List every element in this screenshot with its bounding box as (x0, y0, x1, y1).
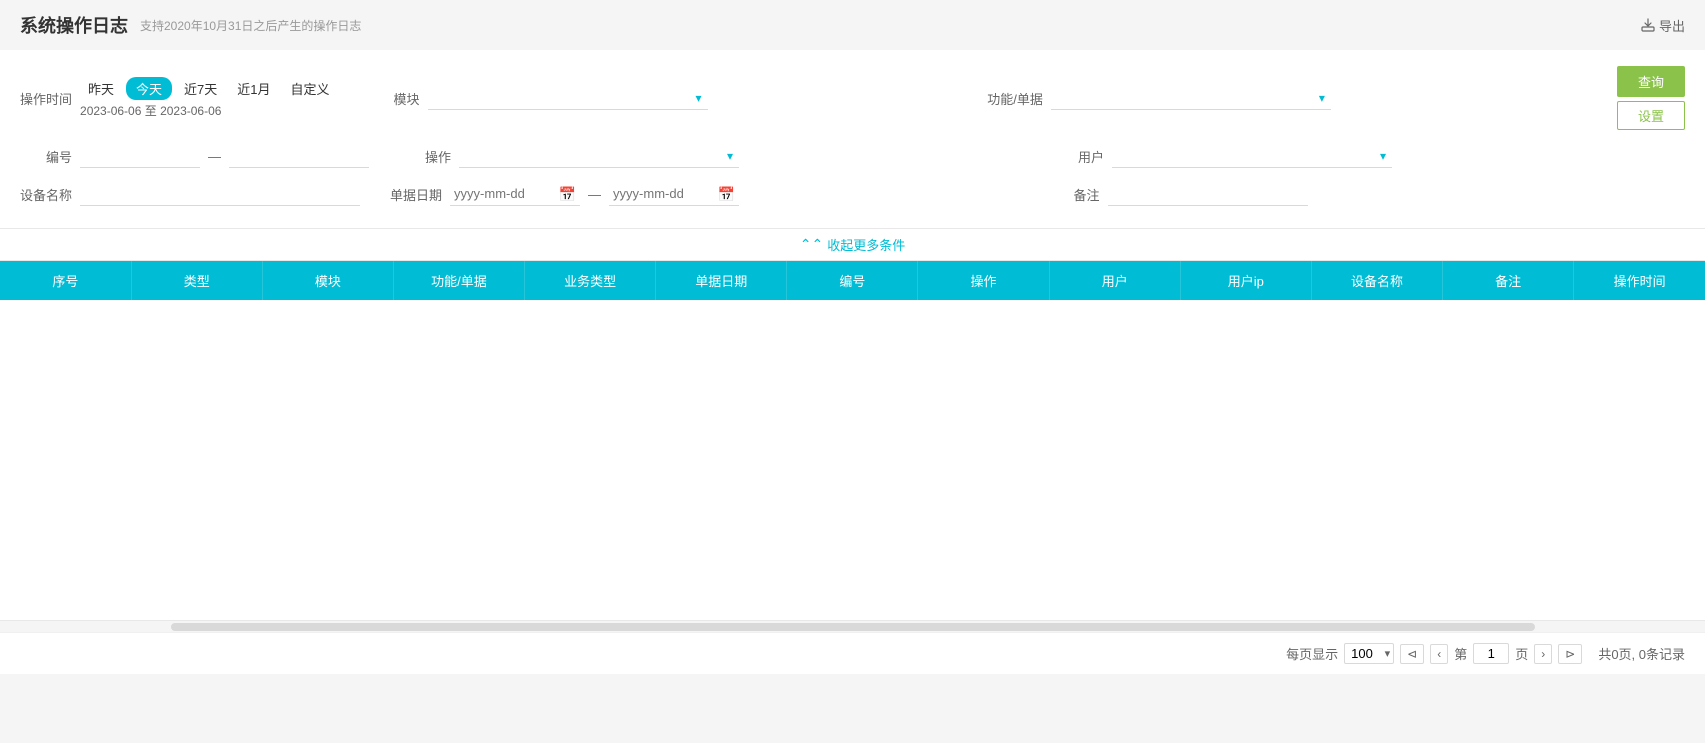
filter-row-2: 编号 — 操作 ▾ 用户 ▾ (20, 144, 1685, 168)
user-select[interactable] (1112, 144, 1392, 168)
time-options-group: 昨天 今天 近7天 近1月 自定义 2023-06-06 至 2023-06-0… (80, 77, 338, 119)
time-label: 操作时间 (20, 89, 72, 108)
time-btn-custom[interactable]: 自定义 (283, 77, 338, 100)
col-function: 功能/单据 (393, 261, 524, 300)
code-dash: — (208, 149, 221, 164)
collapse-bar[interactable]: ⌃⌃ 收起更多条件 (0, 229, 1705, 261)
time-filter-group: 操作时间 昨天 今天 近7天 近1月 自定义 2023-06-06 至 2023… (20, 77, 338, 119)
device-filter-group: 设备名称 (20, 182, 360, 206)
code-filter-group: 编号 — (20, 144, 369, 168)
table-header-row: 序号 类型 模块 功能/单据 业务类型 单据日期 编号 操作 用户 用户ip 设… (0, 261, 1705, 300)
remark-input[interactable] (1108, 182, 1308, 206)
date-end-wrapper: 📅 (609, 182, 739, 206)
module-select[interactable] (428, 86, 708, 110)
export-icon (1641, 18, 1655, 32)
voucher-date-filter-group: 单据日期 📅 — 📅 (390, 182, 1028, 206)
table-container: 序号 类型 模块 功能/单据 业务类型 单据日期 编号 操作 用户 用户ip 设… (0, 261, 1705, 620)
user-select-wrapper: ▾ (1112, 144, 1392, 168)
calendar-start-icon[interactable]: 📅 (559, 186, 576, 203)
operation-filter-group: 操作 ▾ (399, 144, 1032, 168)
data-table: 序号 类型 模块 功能/单据 业务类型 单据日期 编号 操作 用户 用户ip 设… (0, 261, 1705, 300)
page-prefix-label: 第 (1454, 644, 1467, 663)
col-biz-type: 业务类型 (525, 261, 656, 300)
empty-area (0, 300, 1705, 620)
col-type: 类型 (131, 261, 262, 300)
page-number-input[interactable] (1473, 643, 1509, 664)
page-subtitle: 支持2020年10月31日之后产生的操作日志 (140, 17, 361, 34)
device-label: 设备名称 (20, 185, 72, 204)
module-label: 模块 (368, 89, 420, 108)
remark-filter-group: 备注 (1048, 182, 1686, 206)
last-page-button[interactable]: ⊳ (1558, 644, 1582, 664)
query-button[interactable]: 查询 (1617, 66, 1685, 97)
collapse-label: 收起更多条件 (827, 235, 905, 254)
time-btn-1month[interactable]: 近1月 (229, 77, 278, 100)
operation-select[interactable] (459, 144, 739, 168)
function-label: 功能/单据 (987, 89, 1043, 108)
scrollbar-track (171, 623, 1535, 631)
page-title: 系统操作日志 (20, 12, 128, 38)
function-filter-group: 功能/单据 ▾ (987, 86, 1587, 110)
per-page-label: 每页显示 (1286, 644, 1338, 663)
per-page-select-wrapper: 20 50 100 200 ▾ (1344, 643, 1394, 664)
table-header: 序号 类型 模块 功能/单据 业务类型 单据日期 编号 操作 用户 用户ip 设… (0, 261, 1705, 300)
function-select-wrapper: ▾ (1051, 86, 1331, 110)
voucher-date-label: 单据日期 (390, 185, 442, 204)
user-label: 用户 (1052, 147, 1104, 166)
col-device: 设备名称 (1311, 261, 1442, 300)
col-remark: 备注 (1443, 261, 1574, 300)
time-btn-today[interactable]: 今天 (126, 77, 172, 100)
col-voucher-date: 单据日期 (656, 261, 787, 300)
date-dash: — (588, 187, 601, 202)
horizontal-scrollbar[interactable] (0, 620, 1705, 632)
col-seq: 序号 (0, 261, 131, 300)
remark-label: 备注 (1048, 185, 1100, 204)
code-input-start[interactable] (80, 144, 200, 168)
pagination: 每页显示 20 50 100 200 ▾ ⊲ ‹ 第 页 › ⊳ 共0页, 0条… (0, 632, 1705, 674)
code-input-end[interactable] (229, 144, 369, 168)
col-operation: 操作 (918, 261, 1049, 300)
operation-label: 操作 (399, 147, 451, 166)
col-op-time: 操作时间 (1574, 261, 1705, 300)
per-page-select[interactable]: 20 50 100 200 (1344, 643, 1394, 664)
filter-area: 操作时间 昨天 今天 近7天 近1月 自定义 2023-06-06 至 2023… (0, 50, 1705, 229)
page-header: 系统操作日志 支持2020年10月31日之后产生的操作日志 导出 (0, 0, 1705, 50)
page-suffix-label: 页 (1515, 644, 1528, 663)
code-label: 编号 (20, 147, 72, 166)
col-user-ip: 用户ip (1180, 261, 1311, 300)
time-btn-7days[interactable]: 近7天 (176, 77, 225, 100)
col-module: 模块 (262, 261, 393, 300)
time-btn-yesterday[interactable]: 昨天 (80, 77, 122, 100)
first-page-button[interactable]: ⊲ (1400, 644, 1424, 664)
prev-page-button[interactable]: ‹ (1430, 644, 1448, 664)
device-input[interactable] (80, 182, 360, 206)
collapse-chevron-icon: ⌃⌃ (800, 236, 823, 253)
col-code: 编号 (787, 261, 918, 300)
function-select[interactable] (1051, 86, 1331, 110)
operation-select-wrapper: ▾ (459, 144, 739, 168)
total-info: 共0页, 0条记录 (1598, 644, 1685, 663)
filter-row-3: 设备名称 单据日期 📅 — 📅 备注 (20, 182, 1685, 206)
calendar-end-icon[interactable]: 📅 (718, 186, 735, 203)
action-buttons: 查询 设置 (1617, 66, 1685, 130)
time-buttons: 昨天 今天 近7天 近1月 自定义 (80, 77, 338, 100)
date-start-wrapper: 📅 (450, 182, 580, 206)
export-button[interactable]: 导出 (1641, 16, 1685, 35)
next-page-button[interactable]: › (1534, 644, 1552, 664)
col-user: 用户 (1049, 261, 1180, 300)
module-filter-group: 模块 ▾ (368, 86, 968, 110)
filter-row-1: 操作时间 昨天 今天 近7天 近1月 自定义 2023-06-06 至 2023… (20, 66, 1685, 130)
settings-button[interactable]: 设置 (1617, 101, 1685, 130)
time-range-display: 2023-06-06 至 2023-06-06 (80, 102, 338, 119)
user-filter-group: 用户 ▾ (1052, 144, 1685, 168)
module-select-wrapper: ▾ (428, 86, 708, 110)
